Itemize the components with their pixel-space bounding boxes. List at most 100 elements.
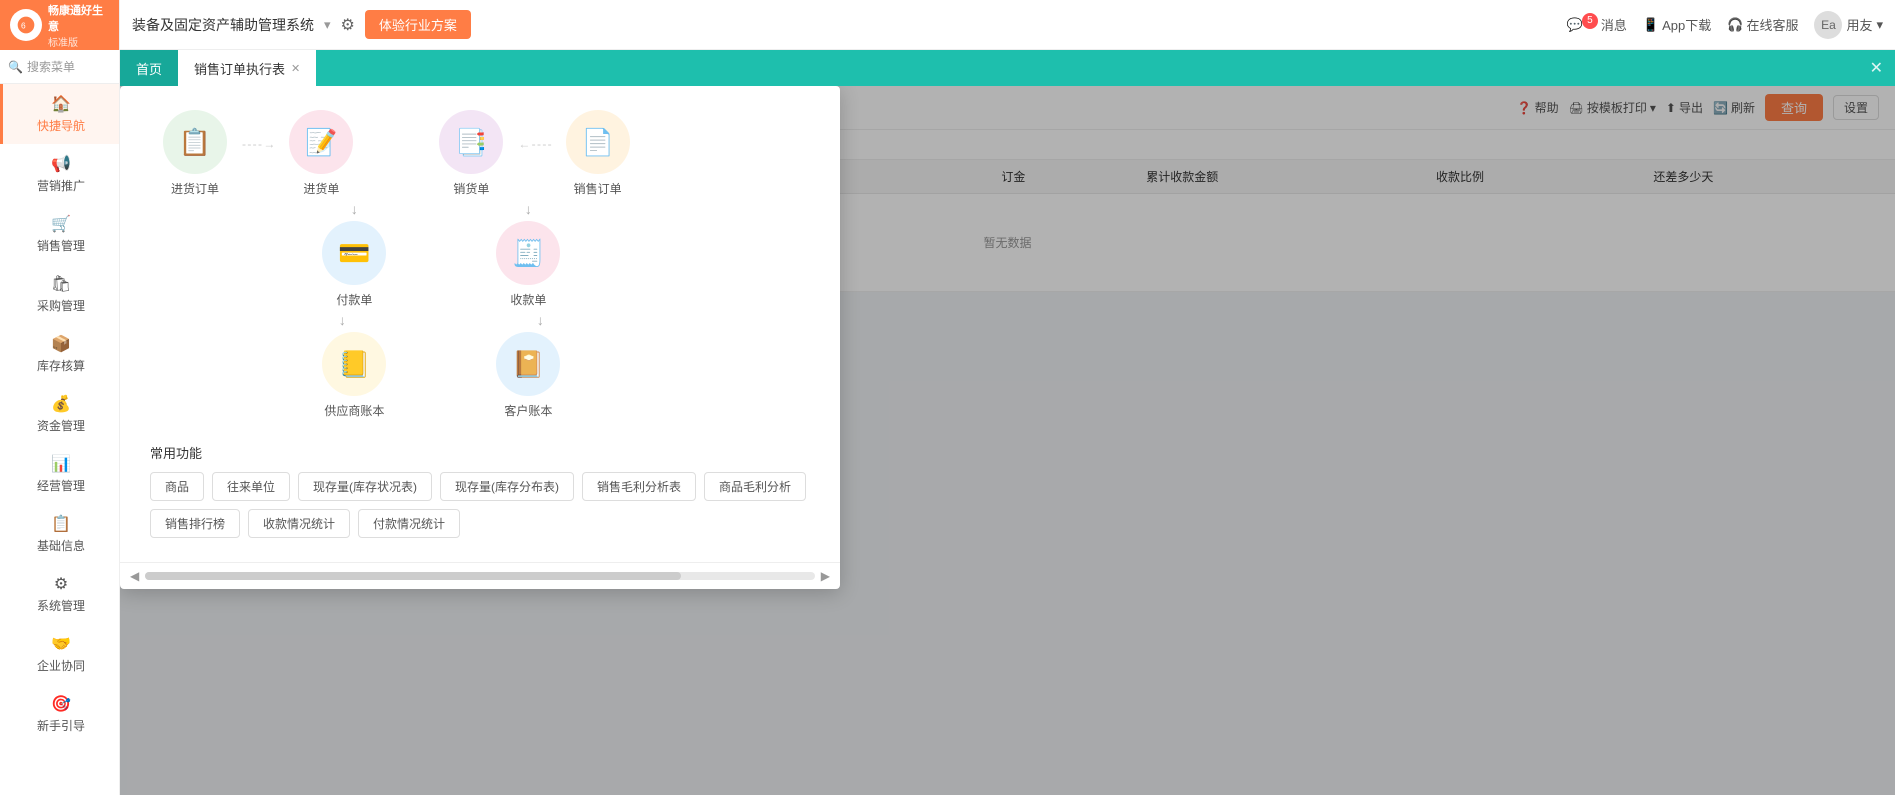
sidebar-item-finance[interactable]: 💰 资金管理 [0, 384, 119, 444]
purchase-order-circle: 📋 [163, 110, 227, 174]
func-btn-stock-status[interactable]: 现存量(库存状况表) [298, 472, 432, 501]
func-btn-product[interactable]: 商品 [150, 472, 204, 501]
enterprise-icon: 🤝 [51, 634, 71, 654]
sidebar-item-label: 经营管理 [37, 477, 85, 494]
sidebar-item-label: 库存核算 [37, 357, 85, 374]
func-btn-sales-rank[interactable]: 销售排行榜 [150, 509, 240, 538]
func-btn-receipt-stats[interactable]: 收款情况统计 [248, 509, 350, 538]
sidebar-item-basic[interactable]: 📋 基础信息 [0, 504, 119, 564]
sidebar-item-enterprise[interactable]: 🤝 企业协同 [0, 624, 119, 684]
customer-circle: 📔 [496, 332, 560, 396]
system-icon: ⚙ [54, 574, 68, 594]
finance-icon: 💰 [51, 394, 71, 414]
func-btn-product-profit[interactable]: 商品毛利分析 [704, 472, 806, 501]
user-dropdown-icon: ▾ [1876, 17, 1883, 33]
operation-icon: 📊 [51, 454, 71, 474]
func-btn-payment-stats[interactable]: 付款情况统计 [358, 509, 460, 538]
tab-home[interactable]: 首页 [120, 50, 178, 86]
flow-node-supplier[interactable]: 📒 供应商账本 [309, 332, 399, 419]
sidebar-item-label: 快捷导航 [37, 117, 85, 134]
tab-close-icon[interactable]: ✕ [291, 62, 300, 75]
flow-row-1: 📋 进货订单 - - - - → 📝 进货单 [150, 110, 643, 197]
main-area: 装备及固定资产辅助管理系统 ▾ ⚙ 体验行业方案 💬 5 消息 📱 App下载 … [120, 0, 1895, 795]
scroll-thumb [145, 572, 681, 580]
flow-row-2: 💳 付款单 🧾 收款单 [219, 221, 573, 308]
user-area[interactable]: Ea 用友 ▾ [1814, 11, 1883, 39]
scroll-track[interactable] [145, 572, 815, 580]
tab-bar-close-icon[interactable]: ✕ [1858, 58, 1895, 78]
user-avatar: Ea [1814, 11, 1842, 39]
sidebar-item-quick-guide[interactable]: 🏠 快捷导航 [0, 84, 119, 144]
message-badge: 5 [1582, 13, 1598, 29]
func-btn-contact[interactable]: 往来单位 [212, 472, 290, 501]
sidebar-logo: 6 畅康通好生意 标准版 [0, 0, 119, 50]
supplier-label: 供应商账本 [324, 402, 384, 419]
common-functions: 常用功能 商品 往来单位 现存量(库存状况表) 现存量(库存分布表) 销售毛利分… [150, 443, 810, 538]
purchase-bill-circle: 📝 [289, 110, 353, 174]
flow-node-sales-bill[interactable]: 📑 销货单 [426, 110, 516, 197]
logo-icon: 6 [10, 9, 42, 41]
sidebar-item-label: 基础信息 [37, 537, 85, 554]
sidebar-item-label: 企业协同 [37, 657, 85, 674]
search-menu[interactable]: 🔍 搜索菜单 [0, 50, 119, 84]
system-title: 装备及固定资产辅助管理系统 [132, 15, 314, 35]
marketing-icon: 📢 [51, 154, 71, 174]
sidebar-item-operation[interactable]: 📊 经营管理 [0, 444, 119, 504]
flow-node-customer[interactable]: 📔 客户账本 [483, 332, 573, 419]
flow-node-sales-order[interactable]: 📄 销售订单 [553, 110, 643, 197]
online-service-label: 在线客服 [1746, 15, 1798, 34]
home-icon: 🏠 [51, 94, 71, 114]
sales-bill-label: 销货单 [453, 180, 489, 197]
arrow-po-to-pb: - - - - → [240, 137, 276, 171]
sidebar-item-label: 系统管理 [37, 597, 85, 614]
func-btn-stock-dist[interactable]: 现存量(库存分布表) [440, 472, 574, 501]
sidebar-item-sales[interactable]: 🛒 销售管理 [0, 204, 119, 264]
sidebar-item-label: 资金管理 [37, 417, 85, 434]
dropdown-icon[interactable]: ▾ [324, 17, 331, 33]
search-icon: 🔍 [8, 60, 23, 74]
common-funcs-title: 常用功能 [150, 443, 810, 462]
search-label: 搜索菜单 [27, 58, 75, 75]
payment-circle: 💳 [322, 221, 386, 285]
modal-overlay[interactable]: 📋 进货订单 - - - - → 📝 进货单 [120, 86, 1895, 795]
service-icon: 🎧 [1727, 17, 1743, 33]
flow-node-purchase-order[interactable]: 📋 进货订单 [150, 110, 240, 197]
scroll-right-icon[interactable]: ▶ [821, 569, 830, 583]
sidebar-nav: 🏠 快捷导航 📢 营销推广 🛒 销售管理 🛍 采购管理 📦 库存核算 💰 资金管… [0, 84, 119, 795]
receipt-label: 收款单 [510, 291, 546, 308]
modal-body: 📋 进货订单 - - - - → 📝 进货单 [120, 86, 840, 562]
sales-bill-circle: 📑 [439, 110, 503, 174]
app-download-action[interactable]: 📱 App下载 [1643, 15, 1711, 34]
experience-btn[interactable]: 体验行业方案 [365, 10, 471, 39]
download-icon: 📱 [1643, 17, 1659, 33]
message-label: 消息 [1601, 15, 1627, 34]
scroll-left-icon[interactable]: ◀ [130, 569, 139, 583]
sidebar-item-label: 采购管理 [37, 297, 85, 314]
flow-row-3: 📒 供应商账本 📔 客户账本 [219, 332, 573, 419]
sidebar-item-label: 新手引导 [37, 717, 85, 734]
flow-node-receipt[interactable]: 🧾 收款单 [483, 221, 573, 308]
sidebar-item-system[interactable]: ⚙ 系统管理 [0, 564, 119, 624]
func-btn-sales-profit[interactable]: 销售毛利分析表 [582, 472, 696, 501]
settings-button[interactable]: ⚙ [341, 15, 355, 35]
supplier-circle: 📒 [322, 332, 386, 396]
inventory-icon: 📦 [51, 334, 71, 354]
message-action[interactable]: 💬 5 消息 [1567, 15, 1627, 34]
tab-sales-order[interactable]: 销售订单执行表 ✕ [178, 50, 316, 86]
sidebar-item-inventory[interactable]: 📦 库存核算 [0, 324, 119, 384]
modal-scrollbar[interactable]: ◀ ▶ [120, 562, 840, 589]
arrow-sb-to-so: ← - - - - [516, 137, 552, 171]
flow-node-payment[interactable]: 💳 付款单 [309, 221, 399, 308]
topbar: 装备及固定资产辅助管理系统 ▾ ⚙ 体验行业方案 💬 5 消息 📱 App下载 … [120, 0, 1895, 50]
sidebar-item-purchase[interactable]: 🛍 采购管理 [0, 264, 119, 324]
sales-order-label: 销售订单 [574, 180, 622, 197]
sidebar-item-marketing[interactable]: 📢 营销推广 [0, 144, 119, 204]
sidebar-item-label: 营销推广 [37, 177, 85, 194]
logo-text: 畅康通好生意 [48, 2, 109, 34]
online-service-action[interactable]: 🎧 在线客服 [1727, 15, 1798, 34]
flow-node-purchase-bill[interactable]: 📝 进货单 [276, 110, 366, 197]
quick-guide-modal: 📋 进货订单 - - - - → 📝 进货单 [120, 86, 840, 589]
sidebar-item-newbie[interactable]: 🎯 新手引导 [0, 684, 119, 744]
logo-sub: 标准版 [48, 34, 109, 49]
app-download-label: App下载 [1662, 15, 1711, 34]
